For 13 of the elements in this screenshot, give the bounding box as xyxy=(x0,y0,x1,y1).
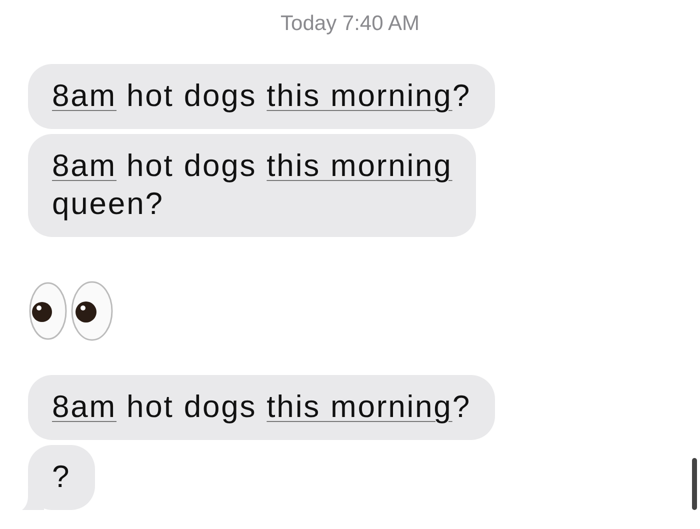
message-text: ? xyxy=(52,458,71,496)
message-text: 8am hot dogs this morning? xyxy=(52,77,471,115)
message-text: queen? xyxy=(52,185,165,223)
timestamp: Today 7:40 AM xyxy=(280,12,420,37)
scrollbar[interactable] xyxy=(692,458,697,510)
detected-link[interactable]: this morning xyxy=(266,78,452,113)
message-text: 8am hot dogs this morning xyxy=(52,147,452,185)
detected-link[interactable]: this morning xyxy=(266,148,452,183)
detected-link[interactable]: 8am xyxy=(52,148,117,183)
detected-link[interactable]: 8am xyxy=(52,389,117,424)
message-text: 8am hot dogs this morning? xyxy=(52,388,471,426)
detected-link[interactable]: 8am xyxy=(52,78,117,113)
detected-link[interactable]: this morning xyxy=(266,389,452,424)
